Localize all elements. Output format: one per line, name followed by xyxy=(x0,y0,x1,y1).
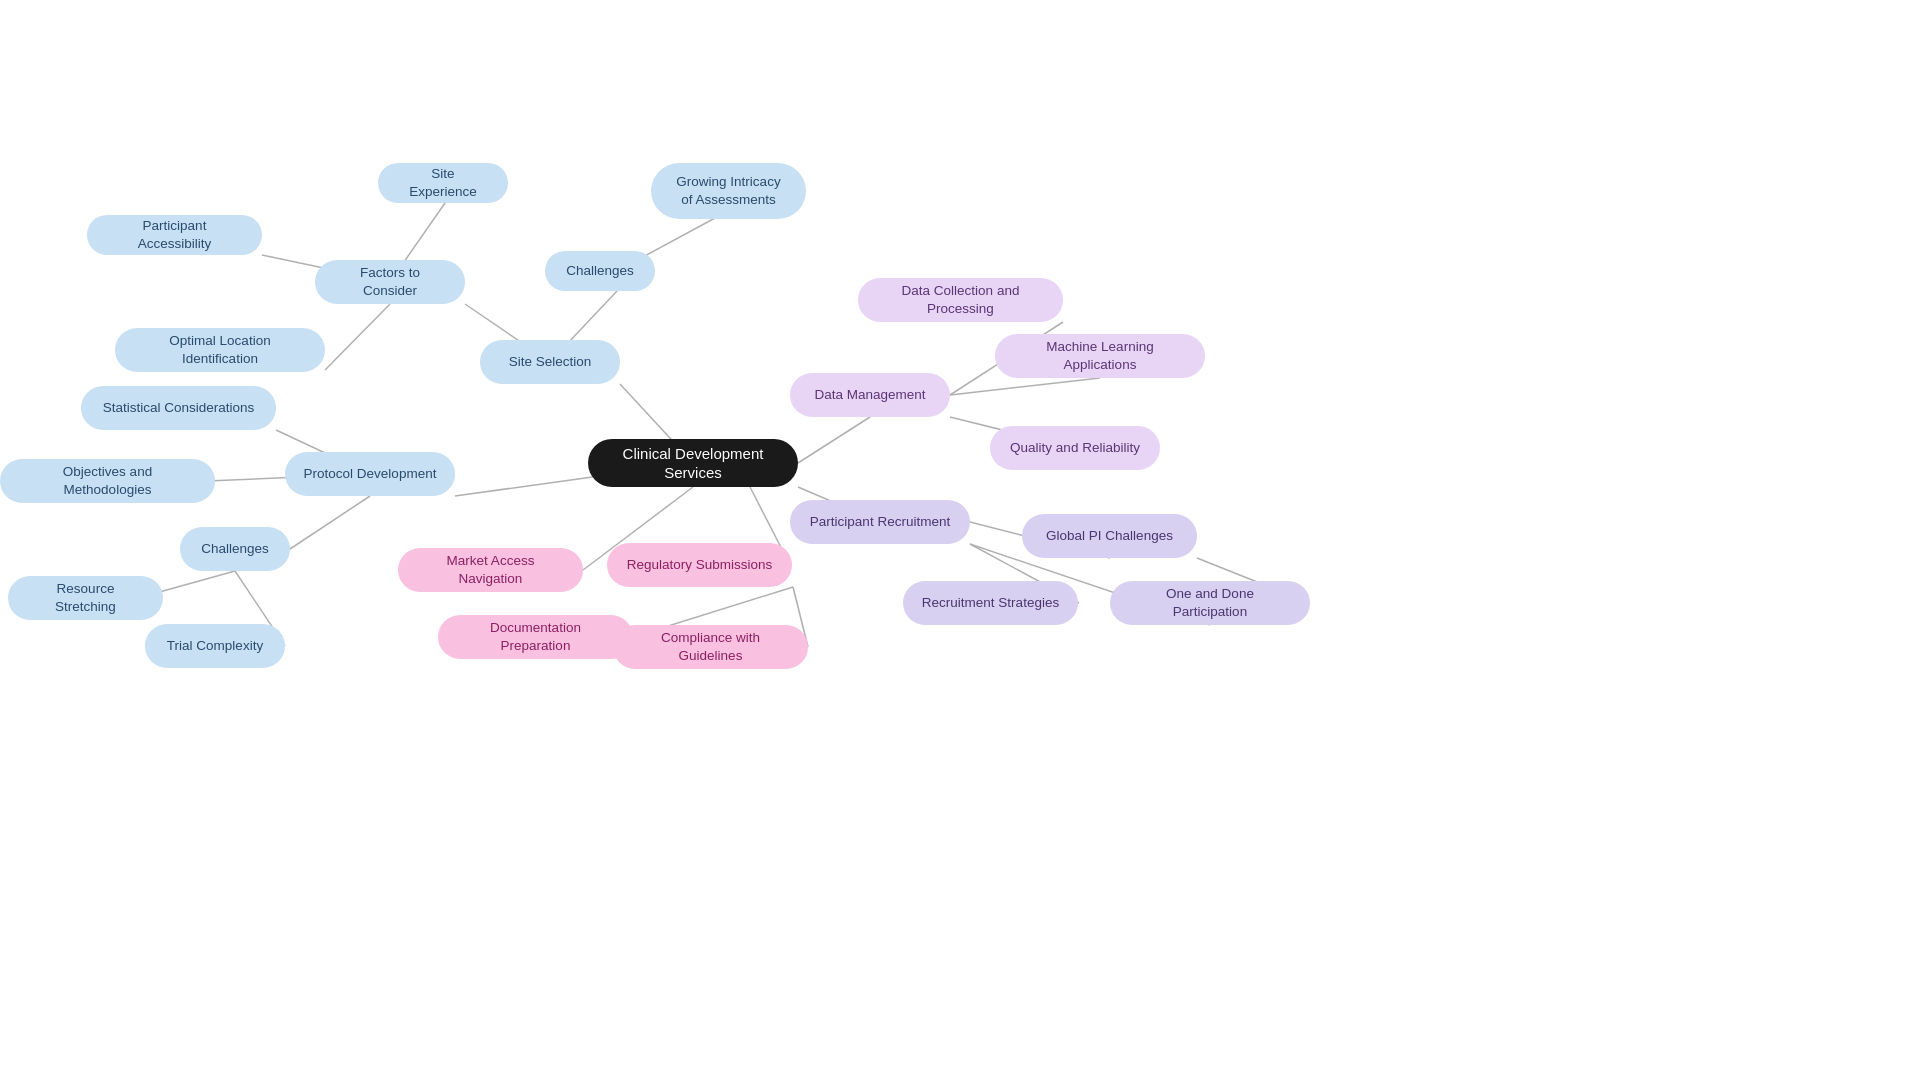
svg-line-2 xyxy=(798,417,870,463)
challenges-site-node: Challenges xyxy=(545,251,655,291)
optimal-location-label: Optimal Location Identification xyxy=(133,332,307,367)
statistical-considerations-label: Statistical Considerations xyxy=(103,399,255,417)
trial-complexity-label: Trial Complexity xyxy=(167,637,263,655)
challenges-site-label: Challenges xyxy=(566,262,634,280)
participant-accessibility-node: Participant Accessibility xyxy=(87,215,262,255)
objectives-methodologies-label: Objectives and Methodologies xyxy=(18,463,197,498)
svg-line-10 xyxy=(325,304,390,370)
recruitment-strategies-label: Recruitment Strategies xyxy=(922,594,1059,612)
regulatory-submissions-node: Regulatory Submissions xyxy=(607,543,792,587)
statistical-considerations-node: Statistical Considerations xyxy=(81,386,276,430)
market-access-node: Market Access Navigation xyxy=(398,548,583,592)
one-and-done-label: One and Done Participation xyxy=(1128,585,1292,620)
data-collection-node: Data Collection and Processing xyxy=(858,278,1063,322)
documentation-prep-label: Documentation Preparation xyxy=(456,619,615,654)
factors-label: Factors to Consider xyxy=(333,264,447,299)
global-pi-challenges-label: Global PI Challenges xyxy=(1046,527,1173,545)
factors-to-consider-node: Factors to Consider xyxy=(315,260,465,304)
site-selection-label: Site Selection xyxy=(509,353,592,371)
one-and-done-node: One and Done Participation xyxy=(1110,581,1310,625)
compliance-guidelines-label: Compliance with Guidelines xyxy=(631,629,790,664)
svg-line-18 xyxy=(950,378,1100,395)
market-access-label: Market Access Navigation xyxy=(416,552,565,587)
quality-reliability-node: Quality and Reliability xyxy=(990,426,1160,470)
resource-stretching-label: Resource Stretching xyxy=(26,580,145,615)
optimal-location-node: Optimal Location Identification xyxy=(115,328,325,372)
svg-line-14 xyxy=(290,496,370,549)
documentation-prep-node: Documentation Preparation xyxy=(438,615,633,659)
trial-complexity-node: Trial Complexity xyxy=(145,624,285,668)
data-management-label: Data Management xyxy=(814,386,925,404)
participant-recruitment-label: Participant Recruitment xyxy=(810,513,950,531)
challenges-protocol-node: Challenges xyxy=(180,527,290,571)
growing-intricacy-node: Growing Intricacy of Assessments xyxy=(651,163,806,219)
center-node: Clinical Development Services xyxy=(588,439,798,487)
participant-recruitment-node: Participant Recruitment xyxy=(790,500,970,544)
regulatory-submissions-label: Regulatory Submissions xyxy=(627,556,773,574)
site-experience-label: Site Experience xyxy=(396,165,490,200)
challenges-protocol-label: Challenges xyxy=(201,540,269,558)
quality-reliability-label: Quality and Reliability xyxy=(1010,439,1140,457)
center-label: Clinical Development Services xyxy=(616,444,770,483)
site-experience-node: Site Experience xyxy=(378,163,508,203)
data-management-node: Data Management xyxy=(790,373,950,417)
machine-learning-label: Machine Learning Applications xyxy=(1013,338,1187,373)
resource-stretching-node: Resource Stretching xyxy=(8,576,163,620)
protocol-development-label: Protocol Development xyxy=(304,465,437,483)
participant-accessibility-label: Participant Accessibility xyxy=(105,217,244,252)
machine-learning-node: Machine Learning Applications xyxy=(995,334,1205,378)
protocol-development-node: Protocol Development xyxy=(285,452,455,496)
growing-intricacy-label: Growing Intricacy of Assessments xyxy=(669,173,788,208)
site-selection-node: Site Selection xyxy=(480,340,620,384)
global-pi-challenges-node: Global PI Challenges xyxy=(1022,514,1197,558)
compliance-guidelines-node: Compliance with Guidelines xyxy=(613,625,808,669)
recruitment-strategies-node: Recruitment Strategies xyxy=(903,581,1078,625)
data-collection-label: Data Collection and Processing xyxy=(876,282,1045,317)
objectives-methodologies-node: Objectives and Methodologies xyxy=(0,459,215,503)
